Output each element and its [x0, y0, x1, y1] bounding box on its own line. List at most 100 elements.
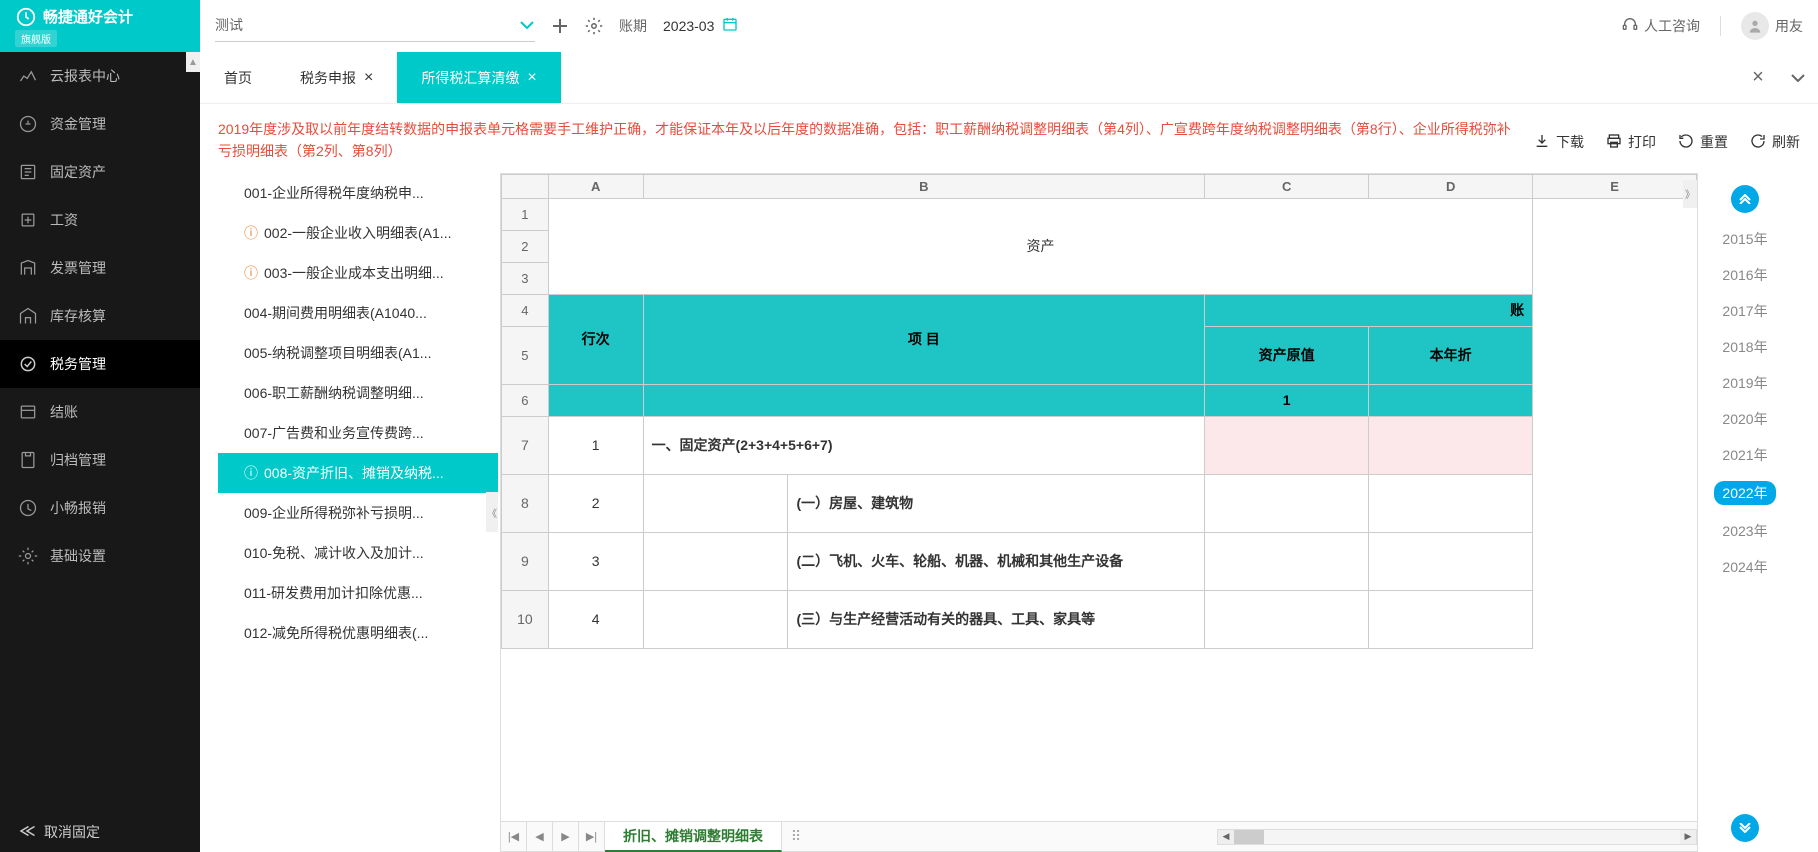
sheet-last-icon[interactable]: ▶|	[579, 822, 605, 852]
cell[interactable]	[1205, 590, 1369, 648]
settings-button[interactable]	[585, 17, 603, 35]
year-item[interactable]: 2021年	[1722, 445, 1767, 465]
form-list-item[interactable]: ⓘ003-一般企业成本支出明细...	[218, 253, 498, 293]
unpin-button[interactable]: 取消固定	[0, 812, 200, 852]
header-item[interactable]: 项 目	[643, 294, 1205, 384]
form-list-item[interactable]: 011-研发费用加计扣除优惠...	[218, 573, 498, 613]
tab-tax-filing[interactable]: 税务申报 ×	[276, 52, 397, 103]
year-item[interactable]: 2018年	[1722, 337, 1767, 357]
close-icon[interactable]: ×	[364, 69, 373, 87]
print-button[interactable]: 打印	[1606, 132, 1656, 152]
cell[interactable]	[643, 590, 788, 648]
cell[interactable]	[1369, 474, 1533, 532]
cell-line[interactable]: 3	[548, 532, 643, 590]
form-list-item[interactable]: ⓘ002-一般企业收入明细表(A1...	[218, 213, 498, 253]
download-button[interactable]: 下载	[1534, 132, 1584, 152]
form-list-item[interactable]: 012-减免所得税优惠明细表(...	[218, 613, 498, 653]
period-picker[interactable]: 2023-03	[663, 16, 738, 35]
cell[interactable]	[643, 474, 788, 532]
header-row-num[interactable]: 行次	[548, 294, 643, 384]
collapse-right-icon[interactable]: 》	[1683, 180, 1697, 208]
row-num[interactable]: 7	[502, 416, 549, 474]
year-item[interactable]: 2016年	[1722, 265, 1767, 285]
nav-item[interactable]: 税务管理	[0, 340, 200, 388]
corner-cell[interactable]	[502, 174, 549, 198]
tab-income-tax[interactable]: 所得税汇算清缴 ×	[397, 52, 560, 103]
tab-menu-button[interactable]	[1778, 52, 1818, 103]
row-num[interactable]: 4	[502, 294, 549, 326]
cell[interactable]	[1369, 532, 1533, 590]
refresh-button[interactable]: 刷新	[1750, 132, 1800, 152]
nav-item[interactable]: 库存核算	[0, 292, 200, 340]
row-num[interactable]: 5	[502, 326, 549, 384]
sidebar-scroll-up-icon[interactable]: ▲	[186, 52, 200, 72]
year-down-button[interactable]	[1731, 814, 1759, 842]
tab-home[interactable]: 首页	[200, 52, 276, 103]
nav-item[interactable]: 基础设置	[0, 532, 200, 580]
nav-item[interactable]: 小畅报销	[0, 484, 200, 532]
sheet-title-cell[interactable]: 资产	[548, 198, 1532, 294]
close-all-tabs-button[interactable]: ×	[1738, 52, 1778, 103]
sheet-prev-icon[interactable]: ◀	[527, 822, 553, 852]
horizontal-scrollbar[interactable]: ◀ ▶	[1217, 829, 1697, 845]
header-asset-orig[interactable]: 资产原值	[1205, 326, 1369, 384]
nav-item[interactable]: 工资	[0, 196, 200, 244]
col-header-d[interactable]: D	[1369, 174, 1533, 198]
row-num[interactable]: 3	[502, 262, 549, 294]
year-item[interactable]: 2023年	[1722, 521, 1767, 541]
cell-item[interactable]: (一）房屋、建筑物	[788, 474, 1205, 532]
row-num[interactable]: 6	[502, 384, 549, 416]
cell[interactable]	[1205, 416, 1369, 474]
cell-line[interactable]: 4	[548, 590, 643, 648]
company-selector[interactable]: 测试	[215, 9, 535, 42]
form-list-item[interactable]: 010-免税、减计收入及加计...	[218, 533, 498, 573]
cell[interactable]	[1369, 384, 1533, 416]
nav-item[interactable]: 云报表中心	[0, 52, 200, 100]
nav-item[interactable]: 归档管理	[0, 436, 200, 484]
nav-item[interactable]: 结账	[0, 388, 200, 436]
nav-item[interactable]: 发票管理	[0, 244, 200, 292]
row-num[interactable]: 10	[502, 590, 549, 648]
scroll-left-icon[interactable]: ◀	[1218, 830, 1234, 844]
row-num[interactable]: 9	[502, 532, 549, 590]
cell[interactable]	[1205, 532, 1369, 590]
nav-item[interactable]: 固定资产	[0, 148, 200, 196]
header-depr[interactable]: 本年折	[1369, 326, 1533, 384]
cell-item[interactable]: 一、固定资产(2+3+4+5+6+7)	[643, 416, 1205, 474]
form-list-item[interactable]: 006-职工薪酬纳税调整明细...	[218, 373, 498, 413]
cell[interactable]	[1369, 416, 1533, 474]
header-acct[interactable]: 账	[1205, 294, 1533, 326]
cell-line[interactable]: 1	[548, 416, 643, 474]
form-list-item[interactable]: ⓘ008-资产折旧、摊销及纳税...	[218, 453, 498, 493]
col-header-b[interactable]: B	[643, 174, 1205, 198]
row-num[interactable]: 1	[502, 198, 549, 230]
form-list-item[interactable]: 001-企业所得税年度纳税申...	[218, 173, 498, 213]
cell-item[interactable]: (二）飞机、火车、轮船、机器、机械和其他生产设备	[788, 532, 1205, 590]
sheet-tab[interactable]: 折旧、摊销调整明细表	[605, 822, 782, 852]
cell[interactable]	[643, 532, 788, 590]
header-one[interactable]: 1	[1205, 384, 1369, 416]
year-up-button[interactable]	[1731, 185, 1759, 213]
consult-button[interactable]: 人工咨询	[1622, 16, 1700, 36]
cell[interactable]	[1369, 590, 1533, 648]
sheet-resize-handle[interactable]: ⠿	[782, 828, 812, 845]
row-num[interactable]: 2	[502, 230, 549, 262]
cell[interactable]	[1205, 474, 1369, 532]
sheet-first-icon[interactable]: |◀	[501, 822, 527, 852]
cell[interactable]	[548, 384, 643, 416]
form-list-item[interactable]: 004-期间费用明细表(A1040...	[218, 293, 498, 333]
cell-line[interactable]: 2	[548, 474, 643, 532]
year-item[interactable]: 2024年	[1722, 557, 1767, 577]
year-item[interactable]: 2022年	[1714, 481, 1775, 505]
cell-item[interactable]: (三）与生产经营活动有关的器具、工具、家具等	[788, 590, 1205, 648]
form-list-item[interactable]: 009-企业所得税弥补亏损明...	[218, 493, 498, 533]
year-item[interactable]: 2015年	[1722, 229, 1767, 249]
sheet-grid[interactable]: A B C D E 1 资产 2 3	[501, 174, 1697, 821]
sheet-next-icon[interactable]: ▶	[553, 822, 579, 852]
form-list-item[interactable]: 007-广告费和业务宣传费跨...	[218, 413, 498, 453]
form-list-item[interactable]: 005-纳税调整项目明细表(A1...	[218, 333, 498, 373]
user-menu[interactable]: 用友	[1741, 12, 1803, 40]
year-item[interactable]: 2019年	[1722, 373, 1767, 393]
add-button[interactable]	[551, 17, 569, 35]
year-item[interactable]: 2020年	[1722, 409, 1767, 429]
